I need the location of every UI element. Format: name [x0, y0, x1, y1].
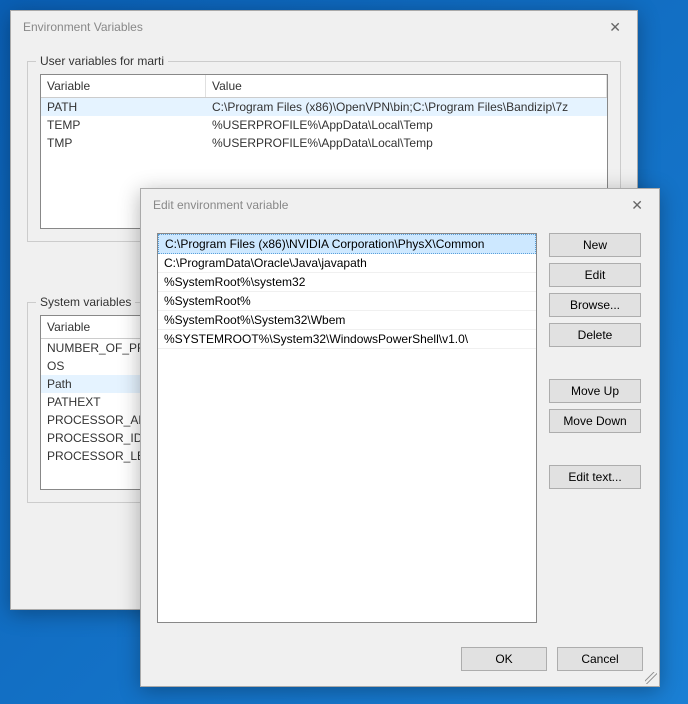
variable-name: PATH — [41, 98, 206, 116]
column-header-value[interactable]: Value — [206, 75, 607, 97]
variable-value: %USERPROFILE%\AppData\Local\Temp — [206, 116, 607, 134]
close-icon[interactable]: ✕ — [627, 197, 647, 214]
edit-env-variable-window: Edit environment variable ✕ C:\Program F… — [140, 188, 660, 687]
cancel-button[interactable]: Cancel — [557, 647, 643, 671]
button-column: New Edit Browse... Delete Move Up Move D… — [549, 233, 641, 623]
move-down-button[interactable]: Move Down — [549, 409, 641, 433]
list-item[interactable]: %SystemRoot% — [158, 292, 536, 311]
list-item[interactable]: %SystemRoot%\system32 — [158, 273, 536, 292]
variable-name: TEMP — [41, 116, 206, 134]
window-title: Edit environment variable — [153, 198, 288, 212]
sys-group-label: System variables — [36, 295, 135, 309]
edit-text-button[interactable]: Edit text... — [549, 465, 641, 489]
column-header-variable[interactable]: Variable — [41, 75, 206, 97]
list-item[interactable]: C:\Program Files (x86)\NVIDIA Corporatio… — [158, 234, 536, 254]
dialog-buttons: OK Cancel — [141, 639, 659, 685]
variable-name: TMP — [41, 134, 206, 152]
table-row[interactable]: PATHC:\Program Files (x86)\OpenVPN\bin;C… — [41, 98, 607, 116]
variable-value: %USERPROFILE%\AppData\Local\Temp — [206, 134, 607, 152]
move-up-button[interactable]: Move Up — [549, 379, 641, 403]
close-icon[interactable]: ✕ — [605, 19, 625, 36]
window-title: Environment Variables — [23, 20, 143, 34]
browse-button[interactable]: Browse... — [549, 293, 641, 317]
ok-button[interactable]: OK — [461, 647, 547, 671]
user-group-label: User variables for marti — [36, 54, 168, 68]
titlebar: Environment Variables ✕ — [11, 11, 637, 43]
list-item[interactable]: C:\ProgramData\Oracle\Java\javapath — [158, 254, 536, 273]
edit-button[interactable]: Edit — [549, 263, 641, 287]
table-row[interactable]: TMP%USERPROFILE%\AppData\Local\Temp — [41, 134, 607, 152]
path-entries-listbox[interactable]: C:\Program Files (x86)\NVIDIA Corporatio… — [157, 233, 537, 623]
variable-value: C:\Program Files (x86)\OpenVPN\bin;C:\Pr… — [206, 98, 607, 116]
new-button[interactable]: New — [549, 233, 641, 257]
table-row[interactable]: TEMP%USERPROFILE%\AppData\Local\Temp — [41, 116, 607, 134]
titlebar: Edit environment variable ✕ — [141, 189, 659, 221]
list-item[interactable]: %SystemRoot%\System32\Wbem — [158, 311, 536, 330]
list-item[interactable]: %SYSTEMROOT%\System32\WindowsPowerShell\… — [158, 330, 536, 349]
resize-grip-icon[interactable] — [645, 672, 657, 684]
delete-button[interactable]: Delete — [549, 323, 641, 347]
